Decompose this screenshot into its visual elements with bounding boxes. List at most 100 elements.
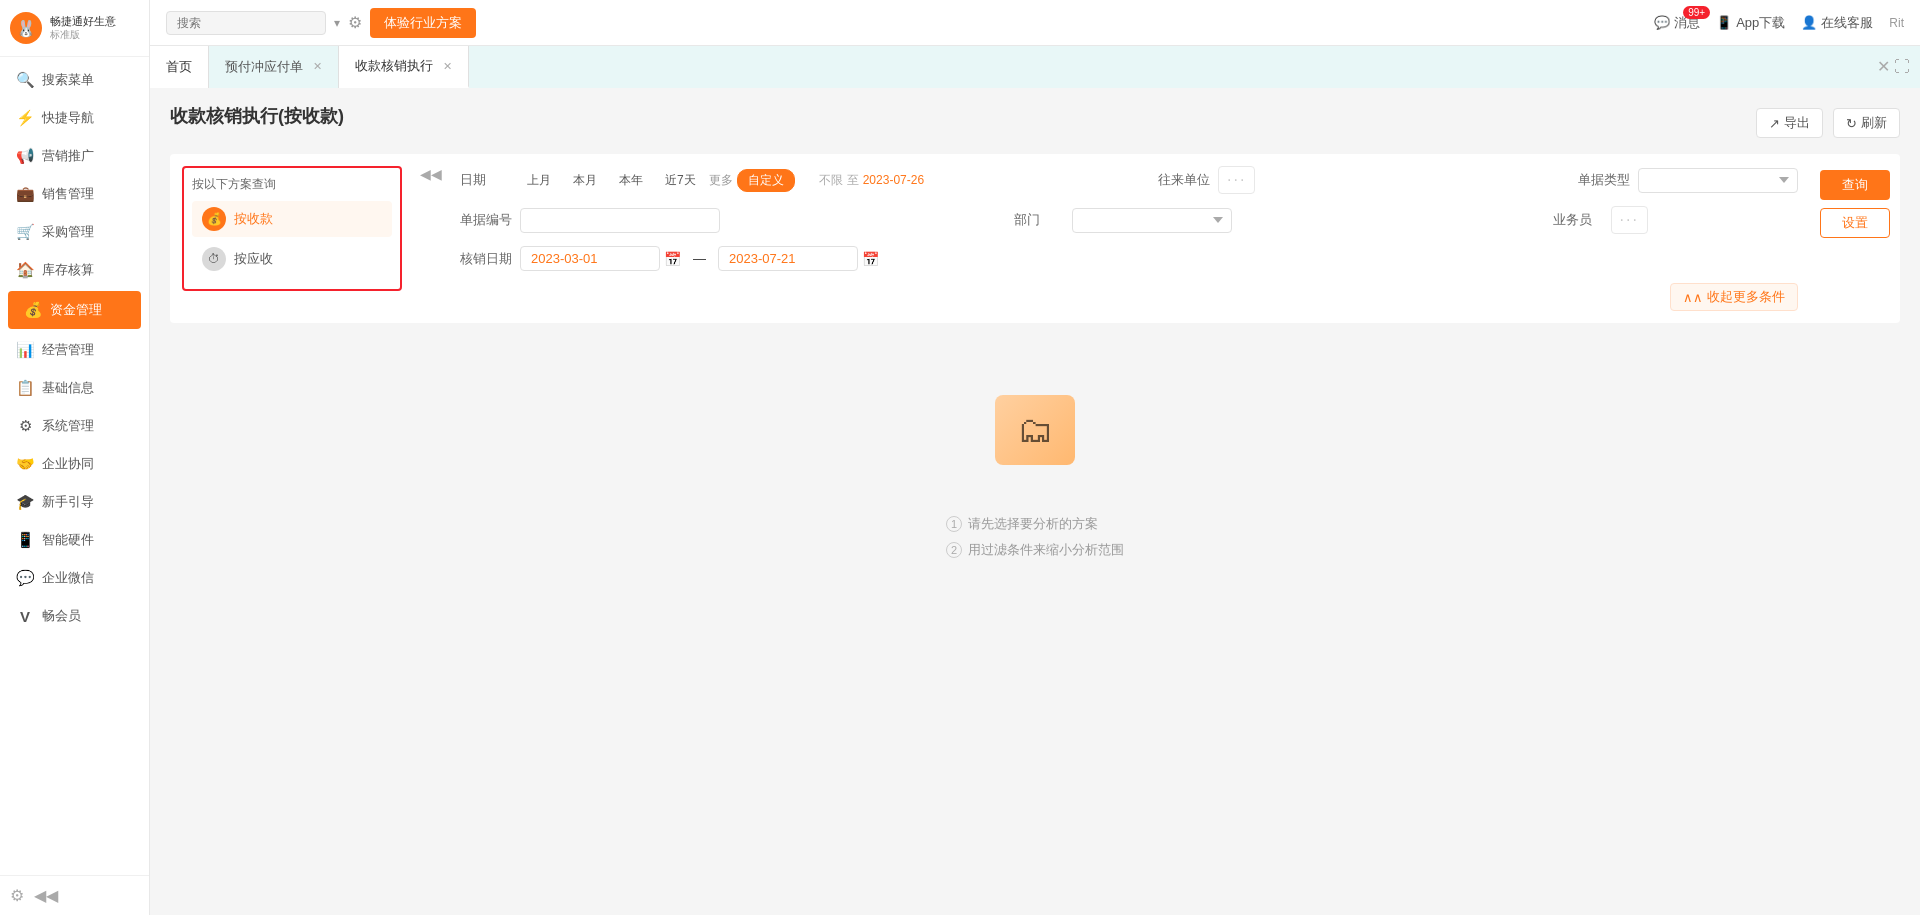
- member-icon: V: [16, 608, 34, 625]
- sidebar-item-label: 营销推广: [42, 147, 94, 165]
- quicknav-icon: ⚡: [16, 109, 34, 127]
- export-icon: ↗: [1769, 116, 1780, 131]
- date-btn-this-month[interactable]: 本月: [564, 169, 606, 192]
- app-download-item[interactable]: 📱 App下载: [1716, 14, 1785, 32]
- sidebar-item-search[interactable]: 🔍 搜索菜单: [0, 61, 149, 99]
- topbar-gear-icon[interactable]: ⚙: [348, 13, 362, 32]
- sidebar-item-purchase[interactable]: 🛒 采购管理: [0, 213, 149, 251]
- page-title: 收款核销执行(按收款): [170, 104, 344, 128]
- app-download-label: App下载: [1736, 14, 1785, 32]
- doc-type-select[interactable]: [1638, 168, 1798, 193]
- query-form: 日期 上月 本月 本年 近7天 更多 自定义 不限 至 2023: [448, 166, 1810, 311]
- user-info[interactable]: Rit: [1889, 16, 1904, 30]
- doc-no-input[interactable]: [520, 208, 720, 233]
- topbar-right: 💬 消息 99+ 📱 App下载 👤 在线客服 Rit: [1654, 14, 1904, 32]
- sidebar-item-wechat[interactable]: 💬 企业微信: [0, 559, 149, 597]
- tab-prepay-close-icon[interactable]: ✕: [313, 60, 322, 73]
- sales-icon: 💼: [16, 185, 34, 203]
- funds-icon: 💰: [24, 301, 42, 319]
- sidebar-item-collab[interactable]: 🤝 企业协同: [0, 445, 149, 483]
- sidebar-item-sales[interactable]: 💼 销售管理: [0, 175, 149, 213]
- refresh-button[interactable]: ↻ 刷新: [1833, 108, 1900, 138]
- sidebar-item-label: 系统管理: [42, 417, 94, 435]
- service-icon: 👤: [1801, 15, 1817, 30]
- form-row-1: 日期 上月 本月 本年 近7天 更多 自定义 不限 至 2023: [460, 166, 1798, 194]
- date-nolimit-label: 不限: [819, 172, 843, 189]
- settings-bottom-icon[interactable]: ⚙: [10, 886, 24, 905]
- filter-collapse-toggle[interactable]: ◀◀: [414, 166, 448, 182]
- date-range-dash: —: [693, 251, 706, 266]
- industry-solution-button[interactable]: 体验行业方案: [370, 8, 476, 38]
- sidebar-item-funds[interactable]: 💰 资金管理: [8, 291, 141, 329]
- sidebar-item-member[interactable]: V 畅会员: [0, 597, 149, 635]
- topbar-left: ▾ ⚙ 体验行业方案: [166, 8, 1642, 38]
- sidebar-item-label: 快捷导航: [42, 109, 94, 127]
- query-button[interactable]: 查询: [1820, 170, 1890, 200]
- counterpart-select-btn[interactable]: ···: [1218, 166, 1255, 194]
- verify-date-start-input[interactable]: [520, 246, 660, 271]
- settings-button[interactable]: 设置: [1820, 208, 1890, 238]
- sidebar-item-system[interactable]: ⚙ 系统管理: [0, 407, 149, 445]
- topbar-dropdown-icon[interactable]: ▾: [334, 16, 340, 30]
- doc-no-field: 单据编号: [460, 208, 720, 233]
- sidebar-item-hardware[interactable]: 📱 智能硬件: [0, 521, 149, 559]
- date-btn-custom[interactable]: 自定义: [737, 169, 795, 192]
- system-icon: ⚙: [16, 417, 34, 435]
- export-button[interactable]: ↗ 导出: [1756, 108, 1823, 138]
- app-badge: 标准版: [50, 28, 116, 42]
- tab-fullscreen-icon[interactable]: ⛶: [1894, 58, 1910, 76]
- sidebar-item-label: 企业微信: [42, 569, 94, 587]
- tab-receipt-label: 收款核销执行: [355, 57, 433, 75]
- verify-date-end-cal-icon[interactable]: 📅: [862, 251, 879, 267]
- verify-date-end-input[interactable]: [718, 246, 858, 271]
- filter-option-by-receipt[interactable]: 💰 按收款: [192, 201, 392, 237]
- filter-option-label: 按收款: [234, 210, 273, 228]
- verify-date-start-wrap: 📅: [520, 246, 681, 271]
- tab-receipt-close-icon[interactable]: ✕: [443, 60, 452, 73]
- collapse-btn[interactable]: ∧∧ 收起更多条件: [1670, 283, 1798, 311]
- receipt-filter-icon: 💰: [202, 207, 226, 231]
- sidebar-item-basic[interactable]: 📋 基础信息: [0, 369, 149, 407]
- sidebar: 🐰 畅捷通好生意 标准版 🔍 搜索菜单 ⚡ 快捷导航 📢 营销推广 💼 销售管理…: [0, 0, 150, 915]
- staff-field: 业务员 ···: [1553, 206, 1799, 234]
- tab-receipt[interactable]: 收款核销执行 ✕: [339, 46, 469, 88]
- empty-illustration: [985, 395, 1085, 495]
- tab-home-label: 首页: [166, 58, 192, 76]
- sidebar-item-inventory[interactable]: 🏠 库存核算: [0, 251, 149, 289]
- tab-prepay[interactable]: 预付冲应付单 ✕: [209, 46, 339, 88]
- sidebar-item-label: 销售管理: [42, 185, 94, 203]
- collapse-sidebar-icon[interactable]: ◀◀: [34, 886, 58, 905]
- dept-field: 部门: [1014, 208, 1260, 233]
- toolbar-row: ↗ 导出 ↻ 刷新: [1756, 108, 1900, 138]
- doc-type-field: 单据类型: [1578, 168, 1798, 193]
- online-service-label: 在线客服: [1821, 14, 1873, 32]
- date-btn-last-month[interactable]: 上月: [518, 169, 560, 192]
- message-item[interactable]: 💬 消息 99+: [1654, 14, 1700, 32]
- dept-select[interactable]: [1072, 208, 1232, 233]
- sidebar-item-guide[interactable]: 🎓 新手引导: [0, 483, 149, 521]
- marketing-icon: 📢: [16, 147, 34, 165]
- date-btn-7days[interactable]: 近7天: [656, 169, 705, 192]
- date-btn-this-year[interactable]: 本年: [610, 169, 652, 192]
- verify-date-start-cal-icon[interactable]: 📅: [664, 251, 681, 267]
- sidebar-item-label: 智能硬件: [42, 531, 94, 549]
- counterpart-label: 往来单位: [1158, 171, 1210, 189]
- online-service-item[interactable]: 👤 在线客服: [1801, 14, 1873, 32]
- staff-label: 业务员: [1553, 211, 1603, 229]
- filter-panel: 按以下方案查询 💰 按收款 ⏱ 按应收 ◀◀ 日期: [170, 154, 1900, 323]
- tab-home[interactable]: 首页: [150, 46, 209, 88]
- sidebar-item-marketing[interactable]: 📢 营销推广: [0, 137, 149, 175]
- sidebar-item-label: 经营管理: [42, 341, 94, 359]
- collapse-row: ∧∧ 收起更多条件: [460, 283, 1798, 311]
- empty-hint-2: 2 用过滤条件来缩小分析范围: [946, 537, 1124, 563]
- date-end-value: 2023-07-26: [863, 173, 924, 187]
- date-more-btn[interactable]: 更多: [709, 172, 733, 189]
- sidebar-bottom: ⚙ ◀◀: [0, 875, 149, 915]
- topbar-search-input[interactable]: [166, 11, 326, 35]
- message-icon: 💬: [1654, 15, 1670, 30]
- staff-select-btn[interactable]: ···: [1611, 206, 1648, 234]
- filter-option-by-receivable[interactable]: ⏱ 按应收: [192, 241, 392, 277]
- sidebar-item-management[interactable]: 📊 经营管理: [0, 331, 149, 369]
- tab-close-action-icon[interactable]: ✕: [1877, 57, 1890, 76]
- sidebar-item-quicknav[interactable]: ⚡ 快捷导航: [0, 99, 149, 137]
